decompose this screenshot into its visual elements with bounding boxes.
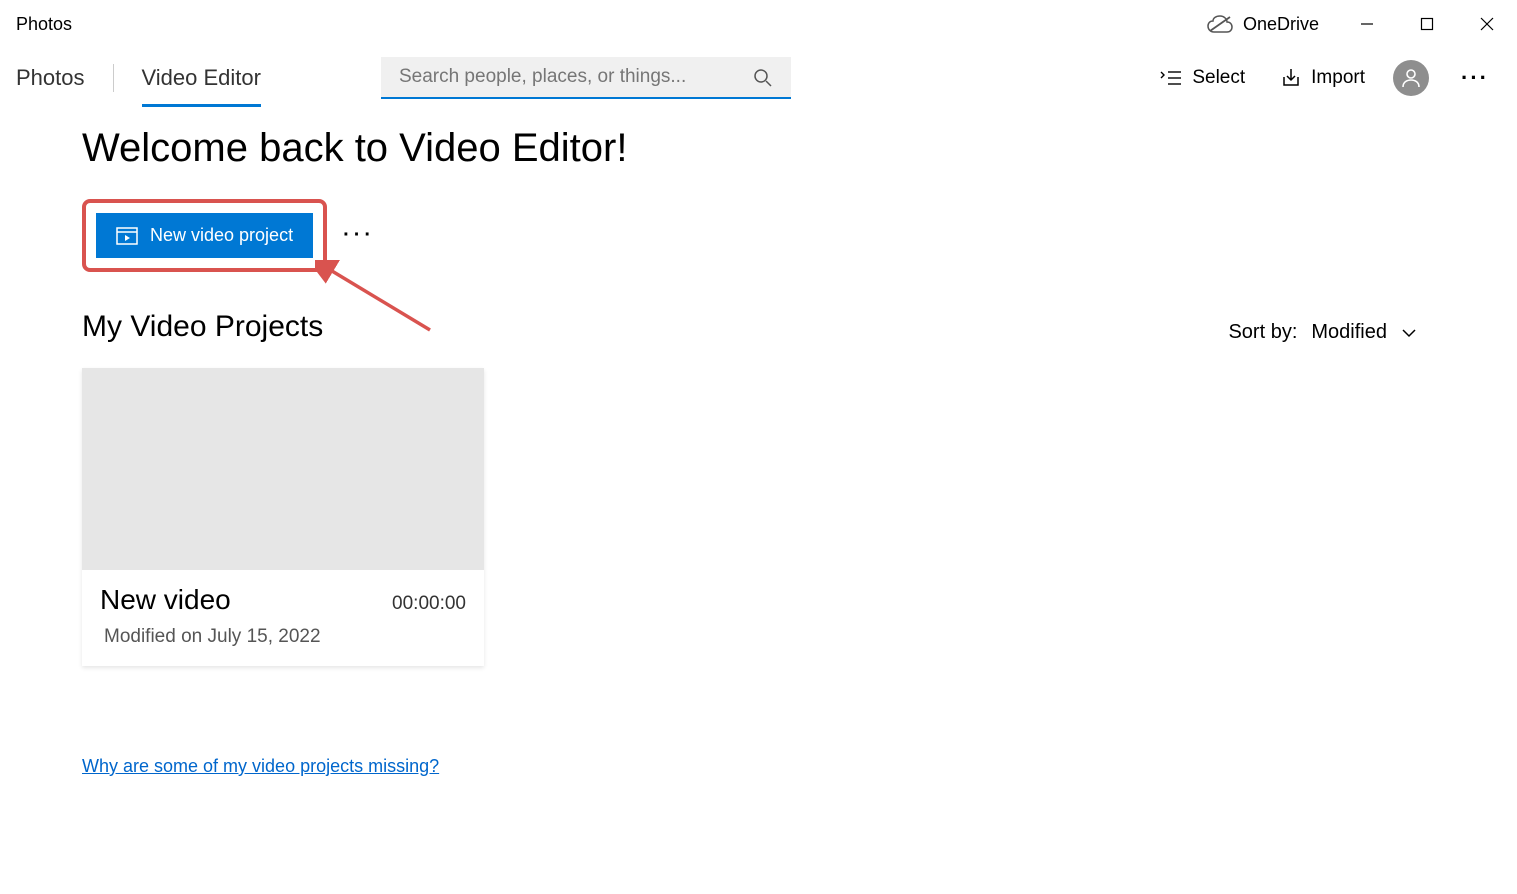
project-card[interactable]: New video 00:00:00 Modified on July 15, …: [82, 368, 484, 666]
select-icon: [1160, 69, 1182, 87]
nav-tabs: Photos Video Editor: [16, 48, 261, 108]
search-container: [381, 57, 791, 99]
annotation-highlight: New video project: [82, 199, 327, 272]
avatar[interactable]: [1393, 60, 1429, 96]
welcome-heading: Welcome back to Video Editor!: [82, 126, 1437, 171]
import-label: Import: [1311, 67, 1365, 89]
person-icon: [1400, 67, 1422, 89]
close-button[interactable]: [1457, 0, 1517, 48]
select-button[interactable]: Select: [1152, 61, 1253, 95]
section-header-row: My Video Projects Sort by: Modified: [82, 310, 1437, 344]
tab-photos[interactable]: Photos: [16, 57, 85, 99]
cloud-off-icon: [1207, 15, 1233, 33]
new-project-label: New video project: [150, 225, 293, 246]
minimize-button[interactable]: [1337, 0, 1397, 48]
onedrive-label: OneDrive: [1243, 14, 1319, 35]
onedrive-button[interactable]: OneDrive: [1189, 0, 1337, 48]
titlebar-right: OneDrive: [1189, 0, 1517, 48]
project-info: New video 00:00:00 Modified on July 15, …: [82, 570, 484, 666]
section-title: My Video Projects: [82, 310, 323, 344]
video-project-icon: [116, 227, 138, 245]
tab-video-editor[interactable]: Video Editor: [142, 57, 261, 99]
import-button[interactable]: Import: [1273, 61, 1373, 95]
search-icon[interactable]: [753, 68, 773, 88]
app-title: Photos: [16, 14, 72, 35]
sort-label: Sort by:: [1228, 321, 1297, 344]
tab-separator: [113, 64, 114, 92]
active-tab-underline: [142, 104, 261, 107]
chevron-down-icon: [1401, 328, 1417, 338]
more-button[interactable]: ···: [1449, 65, 1501, 91]
project-title-row: New video 00:00:00: [100, 584, 466, 616]
sort-dropdown[interactable]: Sort by: Modified: [1228, 321, 1417, 344]
project-title: New video: [100, 584, 231, 616]
maximize-button[interactable]: [1397, 0, 1457, 48]
select-label: Select: [1192, 67, 1245, 89]
new-video-project-button[interactable]: New video project: [96, 213, 313, 258]
window-controls: [1337, 0, 1517, 48]
import-icon: [1281, 68, 1301, 88]
search-input[interactable]: [381, 57, 791, 99]
toolbar-right: Select Import ···: [1152, 60, 1501, 96]
titlebar: Photos OneDrive: [0, 0, 1517, 48]
sort-value: Modified: [1311, 321, 1387, 344]
action-row: New video project ···: [82, 199, 1437, 272]
content: Welcome back to Video Editor! New video …: [0, 108, 1517, 777]
project-modified: Modified on July 15, 2022: [100, 626, 466, 648]
project-more-button[interactable]: ···: [339, 224, 379, 247]
toolbar: Photos Video Editor Select: [0, 48, 1517, 108]
project-duration: 00:00:00: [392, 593, 466, 615]
project-thumbnail: [82, 368, 484, 570]
missing-projects-link[interactable]: Why are some of my video projects missin…: [82, 756, 439, 777]
